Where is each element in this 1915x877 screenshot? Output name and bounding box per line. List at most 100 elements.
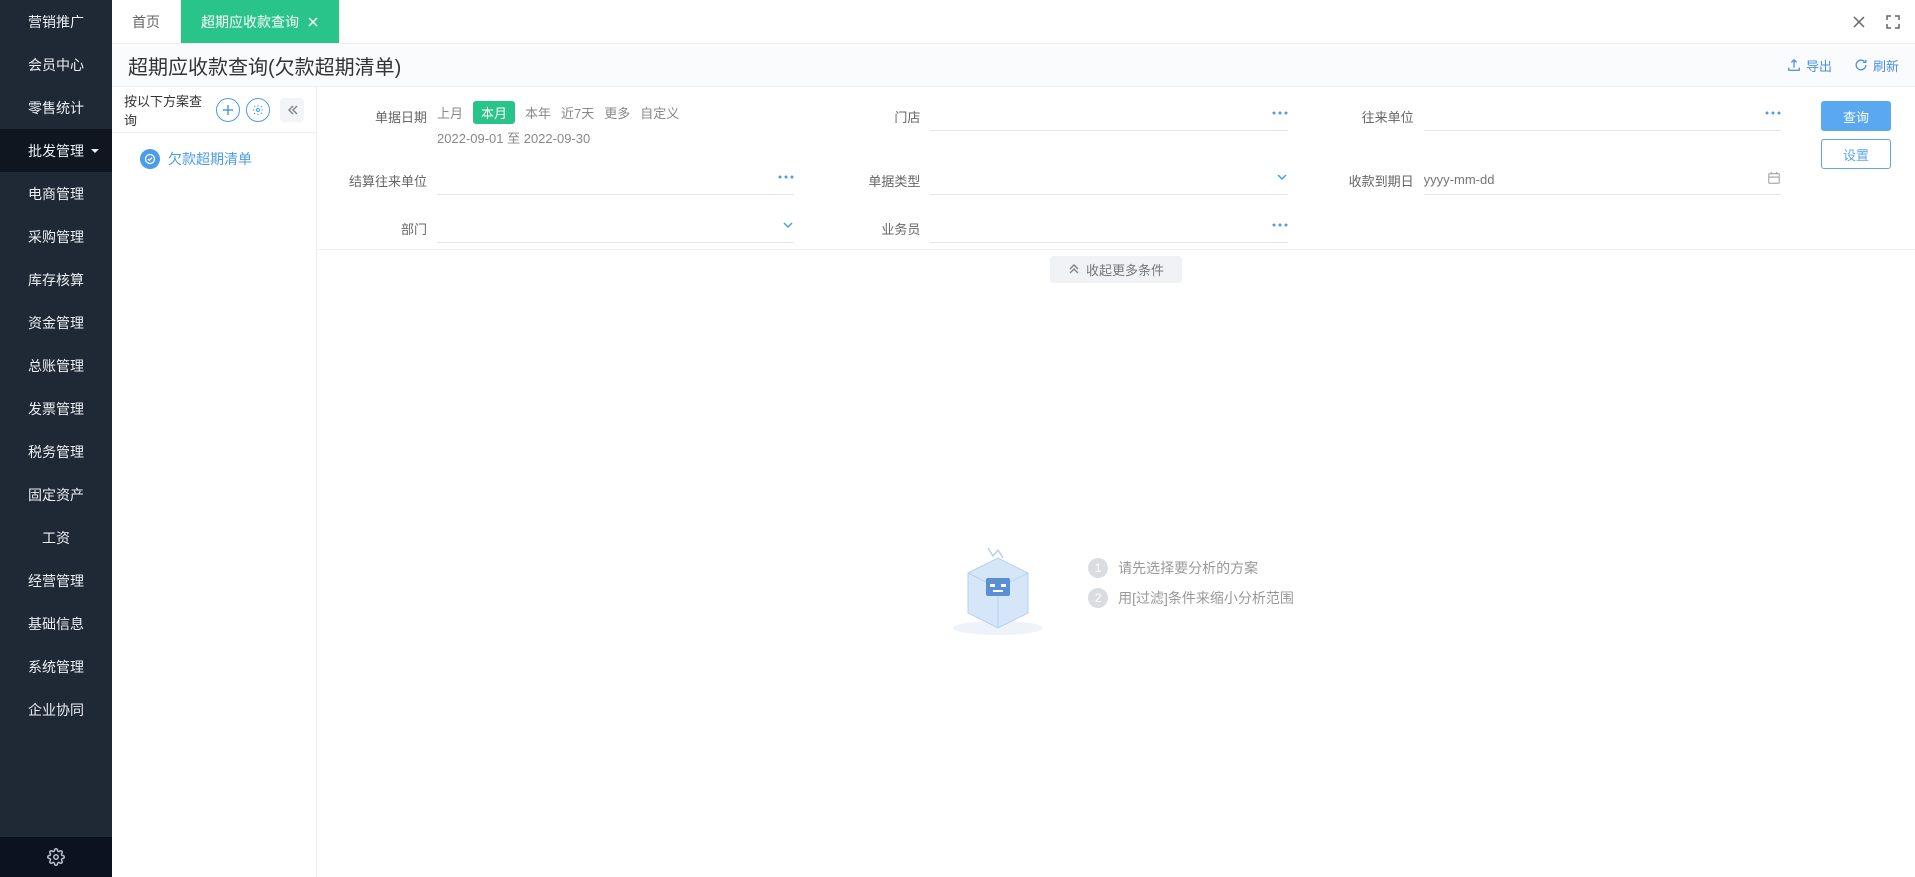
party-label: 往来单位: [1328, 101, 1414, 126]
sidebar-item[interactable]: 税务管理: [0, 430, 112, 473]
sidebar: 营销推广会员中心零售统计批发管理电商管理采购管理库存核算资金管理总账管理发票管理…: [0, 0, 112, 877]
dept-select[interactable]: [437, 213, 794, 243]
tab-active[interactable]: 超期应收款查询: [181, 0, 340, 43]
sidebar-item-label: 企业协同: [28, 700, 84, 720]
empty-step-1: 1 请先选择要分析的方案: [1088, 558, 1294, 578]
close-all-icon[interactable]: [1851, 14, 1867, 30]
sidebar-item[interactable]: 固定资产: [0, 473, 112, 516]
sidebar-item[interactable]: 企业协同: [0, 688, 112, 731]
sidebar-item[interactable]: 批发管理: [0, 129, 112, 172]
more-icon[interactable]: [778, 171, 794, 183]
field-salesman: 业务员: [834, 213, 1287, 243]
sidebar-item-label: 税务管理: [28, 442, 84, 462]
sidebar-item-label: 发票管理: [28, 399, 84, 419]
due-date-input[interactable]: [1424, 165, 1781, 195]
sidebar-item-label: 库存核算: [28, 270, 84, 290]
sidebar-item-label: 零售统计: [28, 98, 84, 118]
sidebar-item-label: 固定资产: [28, 485, 84, 505]
sidebar-item[interactable]: 发票管理: [0, 387, 112, 430]
empty-illustration: [938, 528, 1058, 638]
chevron-down-icon[interactable]: [1276, 171, 1288, 183]
scheme-item-label: 欠款超期清单: [168, 149, 252, 169]
refresh-label: 刷新: [1873, 56, 1899, 75]
results-area: 1 请先选择要分析的方案 2 用[过滤]条件来缩小分析范围: [317, 289, 1915, 877]
settings-button-label: 设置: [1843, 145, 1869, 164]
more-icon[interactable]: [1765, 107, 1781, 119]
date-preset[interactable]: 上月: [437, 103, 463, 122]
export-button[interactable]: 导出: [1787, 56, 1832, 75]
store-label: 门店: [834, 101, 920, 126]
date-preset[interactable]: 近7天: [561, 103, 594, 122]
field-settle-party: 结算往来单位: [341, 165, 794, 195]
sidebar-item-label: 电商管理: [28, 184, 84, 204]
more-icon[interactable]: [1272, 107, 1288, 119]
collapse-label: 收起更多条件: [1086, 260, 1164, 279]
field-store: 门店: [834, 101, 1287, 131]
tab-home[interactable]: 首页: [112, 0, 181, 43]
field-bill-date: 单据日期 上月本月本年近7天更多自定义 2022-09-01 至 2022-09…: [341, 101, 794, 147]
bill-date-range: 2022-09-01 至 2022-09-30: [437, 128, 794, 147]
close-icon[interactable]: [307, 16, 319, 28]
add-scheme-button[interactable]: [216, 98, 240, 122]
settings-button[interactable]: 设置: [1821, 139, 1891, 169]
field-bill-type: 单据类型: [834, 165, 1287, 195]
more-icon[interactable]: [1272, 219, 1288, 231]
bill-date-label: 单据日期: [341, 101, 427, 126]
step-text: 请先选择要分析的方案: [1118, 558, 1258, 578]
scheme-settings-button[interactable]: [246, 98, 270, 122]
filter-form: 单据日期 上月本月本年近7天更多自定义 2022-09-01 至 2022-09…: [317, 87, 1915, 250]
step-text: 用[过滤]条件来缩小分析范围: [1118, 588, 1294, 608]
date-preset[interactable]: 本年: [525, 103, 551, 122]
date-preset[interactable]: 更多: [604, 103, 630, 122]
sidebar-item[interactable]: 会员中心: [0, 43, 112, 86]
collapse-filters-button[interactable]: 收起更多条件: [1050, 256, 1182, 283]
sidebar-item-label: 资金管理: [28, 313, 84, 333]
field-dept: 部门: [341, 213, 794, 243]
sidebar-item[interactable]: 零售统计: [0, 86, 112, 129]
sidebar-item[interactable]: 库存核算: [0, 258, 112, 301]
sidebar-item[interactable]: 系统管理: [0, 645, 112, 688]
step-number: 1: [1088, 558, 1108, 578]
caret-down-icon: [90, 146, 100, 156]
scheme-icon: [140, 149, 160, 169]
sidebar-item[interactable]: 电商管理: [0, 172, 112, 215]
store-input[interactable]: [930, 101, 1287, 131]
settle-party-label: 结算往来单位: [341, 165, 427, 190]
query-button-label: 查询: [1843, 107, 1869, 126]
sidebar-item-label: 采购管理: [28, 227, 84, 247]
fullscreen-icon[interactable]: [1885, 14, 1901, 30]
sidebar-item-label: 总账管理: [28, 356, 84, 376]
scheme-item-overdue[interactable]: 欠款超期清单: [126, 143, 302, 175]
tabbar: 首页 超期应收款查询: [112, 0, 1915, 44]
date-preset[interactable]: 自定义: [640, 103, 679, 122]
party-input[interactable]: [1424, 101, 1781, 131]
sidebar-item[interactable]: 总账管理: [0, 344, 112, 387]
bill-type-label: 单据类型: [834, 165, 920, 190]
chevron-up-icon: [1068, 264, 1080, 276]
dept-label: 部门: [341, 213, 427, 238]
sidebar-item-label: 营销推广: [28, 12, 84, 32]
sidebar-item[interactable]: 营销推广: [0, 0, 112, 43]
calendar-icon[interactable]: [1767, 171, 1781, 185]
bill-type-select[interactable]: [930, 165, 1287, 195]
sidebar-item[interactable]: 采购管理: [0, 215, 112, 258]
refresh-icon: [1854, 58, 1868, 72]
sidebar-item-label: 工资: [42, 528, 70, 548]
sidebar-item-label: 会员中心: [28, 55, 84, 75]
tab-home-label: 首页: [132, 12, 160, 32]
query-button[interactable]: 查询: [1821, 101, 1891, 131]
sidebar-item[interactable]: 资金管理: [0, 301, 112, 344]
chevron-down-icon[interactable]: [782, 219, 794, 231]
sidebar-item[interactable]: 经营管理: [0, 559, 112, 602]
sidebar-settings[interactable]: [0, 837, 112, 877]
salesman-input[interactable]: [930, 213, 1287, 243]
sidebar-item-label: 系统管理: [28, 657, 84, 677]
salesman-label: 业务员: [834, 213, 920, 238]
sidebar-item-label: 基础信息: [28, 614, 84, 634]
sidebar-item[interactable]: 基础信息: [0, 602, 112, 645]
refresh-button[interactable]: 刷新: [1854, 56, 1899, 75]
date-preset[interactable]: 本月: [473, 101, 515, 124]
sidebar-item[interactable]: 工资: [0, 516, 112, 559]
collapse-scheme-button[interactable]: [280, 98, 304, 122]
settle-party-input[interactable]: [437, 165, 794, 195]
